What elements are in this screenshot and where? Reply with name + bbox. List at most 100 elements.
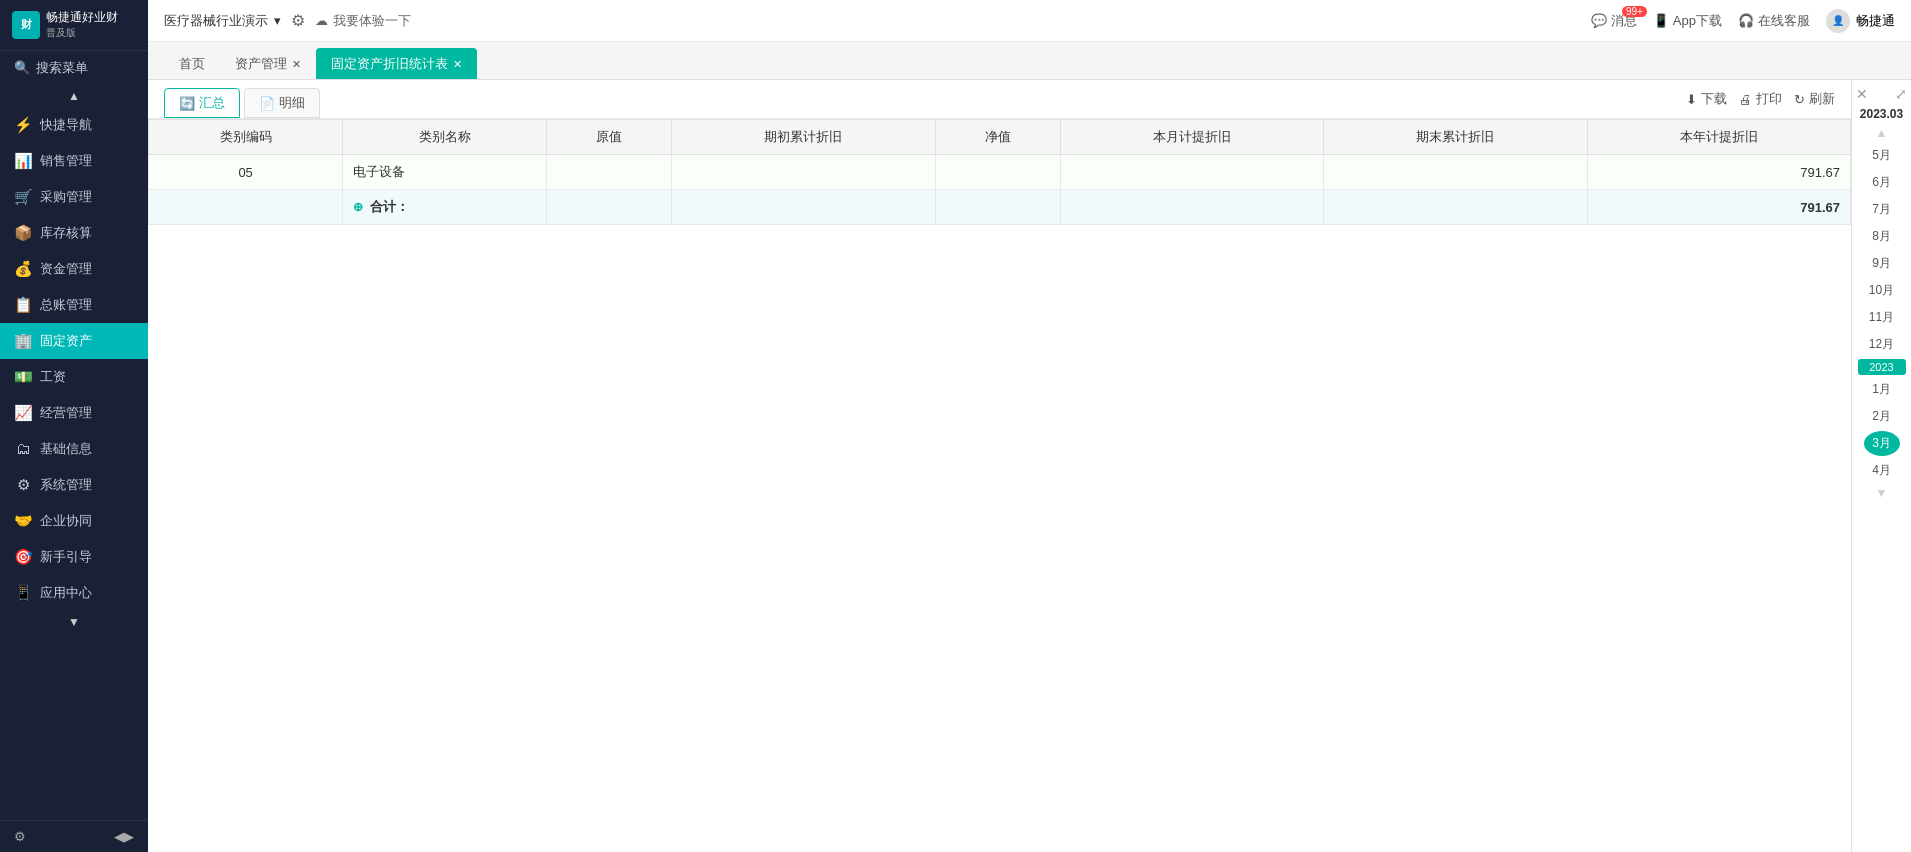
quick-nav-icon: ⚡ — [14, 116, 32, 134]
sidebar-item-salary[interactable]: 💵 工资 — [0, 359, 148, 395]
company-name: 医疗器械行业演示 — [164, 12, 268, 30]
sidebar-item-label: 固定资产 — [40, 332, 92, 350]
service-label: 在线客服 — [1758, 12, 1810, 30]
logo-text: 畅捷通好业财 — [46, 10, 118, 26]
sidebar-item-ledger[interactable]: 📋 总账管理 — [0, 287, 148, 323]
tab-home-label: 首页 — [179, 55, 205, 73]
date-month-aug[interactable]: 8月 — [1858, 224, 1906, 249]
user-menu[interactable]: 👤 畅捷通 — [1826, 9, 1895, 33]
table-container: 类别编码 类别名称 原值 期初累计折旧 净值 本月计提折旧 期末累计折旧 本年计… — [148, 119, 1851, 852]
experience-btn[interactable]: ☁ 我要体验一下 — [315, 12, 411, 30]
col-annual: 本年计提折旧 — [1587, 120, 1850, 155]
tab-depreciation-close[interactable]: ✕ — [453, 58, 462, 71]
total-initial-accum — [672, 190, 935, 225]
tab-home[interactable]: 首页 — [164, 48, 220, 79]
total-annual: 791.67 — [1587, 190, 1850, 225]
date-month-feb[interactable]: 2月 — [1858, 404, 1906, 429]
download-btn[interactable]: ⬇ 下载 — [1686, 90, 1727, 108]
date-month-nov[interactable]: 11月 — [1858, 305, 1906, 330]
user-name: 畅捷通 — [1856, 12, 1895, 30]
sidebar-item-label: 应用中心 — [40, 584, 92, 602]
tab-depreciation[interactable]: 固定资产折旧统计表 ✕ — [316, 48, 477, 79]
refresh-btn[interactable]: ↻ 刷新 — [1794, 90, 1835, 108]
sub-tab-summary[interactable]: 🔄 汇总 — [164, 88, 240, 118]
sidebar-logo[interactable]: 财 畅捷通好业财 普及版 — [0, 0, 148, 51]
date-scroll-down[interactable]: ▼ — [1874, 484, 1890, 502]
company-dropdown-icon: ▾ — [274, 13, 281, 28]
basic-info-icon: 🗂 — [14, 440, 32, 457]
date-month-may[interactable]: 5月 — [1858, 143, 1906, 168]
date-panel: ✕ ⤢ 2023.03 ▲ 5月 6月 7月 8月 9月 10月 11月 12月… — [1851, 80, 1911, 852]
sidebar-item-label: 采购管理 — [40, 188, 92, 206]
total-cell — [149, 190, 343, 225]
sidebar-item-label: 经营管理 — [40, 404, 92, 422]
date-month-jan[interactable]: 1月 — [1858, 377, 1906, 402]
sidebar-item-purchase[interactable]: 🛒 采购管理 — [0, 179, 148, 215]
sidebar-item-label: 资金管理 — [40, 260, 92, 278]
experience-label: 我要体验一下 — [333, 12, 411, 30]
sidebar-search[interactable]: 🔍 搜索菜单 — [0, 51, 148, 85]
topbar-right: 💬 消息 99+ 📱 App下载 🎧 在线客服 👤 畅捷通 — [1591, 9, 1895, 33]
report-panel: 🔄 汇总 📄 明细 ⬇ 下载 🖨 打印 — [148, 80, 1851, 852]
tab-asset-mgmt-close[interactable]: ✕ — [292, 58, 301, 71]
total-net — [935, 190, 1060, 225]
sub-tab-detail[interactable]: 📄 明细 — [244, 88, 320, 118]
sidebar-item-fixed-assets[interactable]: 🏢 固定资产 — [0, 323, 148, 359]
msg-btn[interactable]: 💬 消息 99+ — [1591, 12, 1637, 30]
print-btn[interactable]: 🖨 打印 — [1739, 90, 1782, 108]
corp-collab-icon: 🤝 — [14, 512, 32, 530]
date-month-jul[interactable]: 7月 — [1858, 197, 1906, 222]
sidebar-scroll-up[interactable]: ▲ — [66, 87, 82, 105]
detail-icon: 📄 — [259, 96, 275, 111]
date-month-jun[interactable]: 6月 — [1858, 170, 1906, 195]
company-select[interactable]: 医疗器械行业演示 ▾ — [164, 12, 281, 30]
date-month-dec[interactable]: 12月 — [1858, 332, 1906, 357]
sidebar-item-quick-nav[interactable]: ⚡ 快捷导航 — [0, 107, 148, 143]
date-panel-expand[interactable]: ⤢ — [1895, 86, 1907, 102]
date-month-apr[interactable]: 4月 — [1858, 458, 1906, 483]
service-icon: 🎧 — [1738, 13, 1754, 28]
sub-tab-summary-label: 汇总 — [199, 94, 225, 112]
topbar-settings-icon[interactable]: ⚙ — [291, 11, 305, 30]
sidebar-item-app-center[interactable]: 📱 应用中心 — [0, 575, 148, 611]
sidebar-item-basic-info[interactable]: 🗂 基础信息 — [0, 431, 148, 467]
sidebar-item-sales[interactable]: 📊 销售管理 — [0, 143, 148, 179]
cell-name: 电子设备 — [343, 155, 547, 190]
sidebar-item-inventory[interactable]: 📦 库存核算 — [0, 215, 148, 251]
sales-icon: 📊 — [14, 152, 32, 170]
sidebar-item-ops[interactable]: 📈 经营管理 — [0, 395, 148, 431]
date-scroll-up[interactable]: ▲ — [1874, 124, 1890, 142]
collapse-icon[interactable]: ◀▶ — [114, 829, 134, 844]
col-initial-accum: 期初累计折旧 — [672, 120, 935, 155]
total-original — [547, 190, 672, 225]
app-label: App下载 — [1673, 12, 1722, 30]
date-year-tag-2023[interactable]: 2023 — [1858, 359, 1906, 375]
tab-asset-mgmt[interactable]: 资产管理 ✕ — [220, 48, 316, 79]
refresh-icon: ↻ — [1794, 92, 1805, 107]
online-service-btn[interactable]: 🎧 在线客服 — [1738, 12, 1810, 30]
sidebar-scroll-down[interactable]: ▼ — [66, 613, 82, 631]
sub-tab-detail-label: 明细 — [279, 94, 305, 112]
sys-mgmt-icon: ⚙ — [14, 476, 32, 494]
msg-badge: 99+ — [1622, 6, 1647, 17]
sidebar-item-corp-collab[interactable]: 🤝 企业协同 — [0, 503, 148, 539]
fixed-assets-icon: 🏢 — [14, 332, 32, 350]
date-month-mar[interactable]: 3月 — [1864, 431, 1900, 456]
print-label: 打印 — [1756, 90, 1782, 108]
sidebar-items: ⚡ 快捷导航 📊 销售管理 🛒 采购管理 📦 库存核算 💰 资金管理 📋 总账管… — [0, 107, 148, 611]
ledger-icon: 📋 — [14, 296, 32, 314]
sub-tabs: 🔄 汇总 📄 明细 — [164, 88, 320, 118]
total-monthly — [1060, 190, 1323, 225]
sidebar-item-sys-mgmt[interactable]: ⚙ 系统管理 — [0, 467, 148, 503]
app-download-btn[interactable]: 📱 App下载 — [1653, 12, 1722, 30]
print-icon: 🖨 — [1739, 92, 1752, 107]
msg-icon: 💬 — [1591, 13, 1607, 28]
table-row[interactable]: 05 电子设备 791.67 — [149, 155, 1851, 190]
settings-icon[interactable]: ⚙ — [14, 829, 26, 844]
date-month-sep[interactable]: 9月 — [1858, 251, 1906, 276]
sidebar-item-finance[interactable]: 💰 资金管理 — [0, 251, 148, 287]
date-panel-close[interactable]: ✕ — [1856, 86, 1868, 102]
date-month-oct[interactable]: 10月 — [1858, 278, 1906, 303]
sub-tabbar: 🔄 汇总 📄 明细 ⬇ 下载 🖨 打印 — [148, 80, 1851, 119]
sidebar-item-guide[interactable]: 🎯 新手引导 — [0, 539, 148, 575]
